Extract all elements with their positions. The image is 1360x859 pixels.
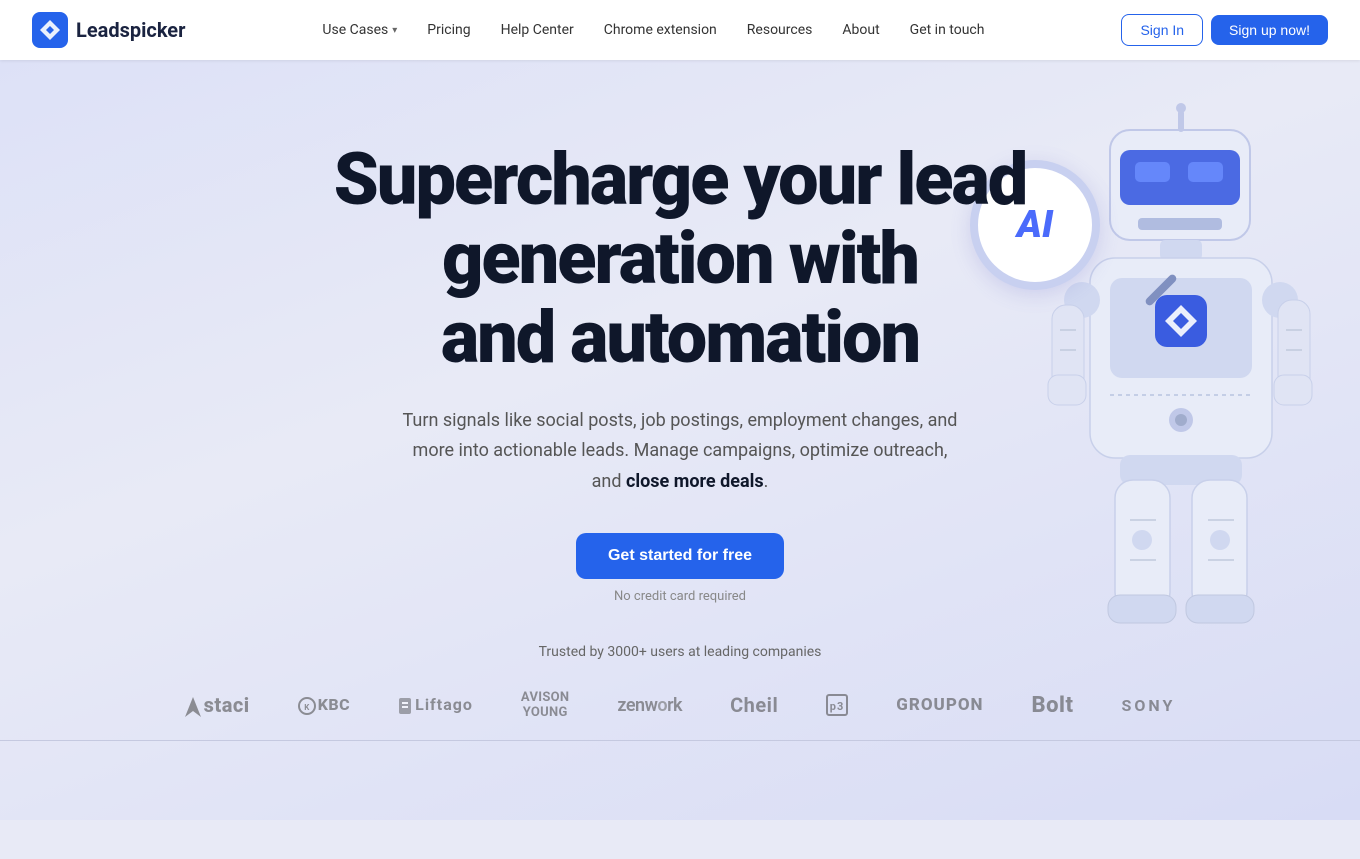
- hero-subtitle: Turn signals like social posts, job post…: [400, 406, 960, 498]
- logo-liftago: Liftago: [398, 695, 473, 715]
- signup-button[interactable]: Sign up now!: [1211, 15, 1328, 45]
- logos-row: staci KKBC Liftago AVISONYOUNG zenwork C…: [0, 690, 1360, 720]
- navbar: Leadspicker Use Cases ▾ Pricing Help Cen…: [0, 0, 1360, 60]
- nav-pricing[interactable]: Pricing: [415, 16, 482, 44]
- hero-section: AI: [0, 60, 1360, 820]
- logo-p3: p3: [826, 694, 848, 716]
- bottom-divider: [0, 740, 1360, 741]
- signin-button[interactable]: Sign In: [1121, 14, 1203, 46]
- logo-sony: SONY: [1122, 696, 1176, 715]
- nav-get-in-touch[interactable]: Get in touch: [898, 16, 997, 44]
- nav-resources[interactable]: Resources: [735, 16, 825, 44]
- no-credit-text: No credit card required: [334, 589, 1027, 604]
- logo-staci: staci: [185, 693, 250, 717]
- logo-icon: [32, 12, 68, 48]
- nav-actions: Sign In Sign up now!: [1121, 14, 1328, 46]
- trusted-text: Trusted by 3000+ users at leading compan…: [0, 644, 1360, 660]
- cta-button[interactable]: Get started for free: [576, 533, 784, 579]
- nav-links: Use Cases ▾ Pricing Help Center Chrome e…: [185, 16, 1121, 44]
- logo-groupon: GROUPON: [896, 695, 983, 715]
- nav-help-center[interactable]: Help Center: [489, 16, 586, 44]
- logo-link[interactable]: Leadspicker: [32, 12, 185, 48]
- logo-bolt: Bolt: [1032, 693, 1074, 718]
- nav-use-cases[interactable]: Use Cases ▾: [310, 16, 409, 44]
- trusted-section: Trusted by 3000+ users at leading compan…: [0, 604, 1360, 771]
- hero-title: Supercharge your lead generation with an…: [334, 140, 1027, 378]
- logo-avison-young: AVISONYOUNG: [521, 690, 569, 720]
- logo-zenwork: zenwork: [617, 695, 682, 716]
- brand-name: Leadspicker: [76, 18, 185, 42]
- logo-cheil: Cheil: [730, 693, 778, 717]
- svg-text:K: K: [304, 703, 310, 712]
- svg-text:p3: p3: [830, 700, 845, 713]
- nav-about[interactable]: About: [830, 16, 891, 44]
- chevron-down-icon: ▾: [392, 25, 397, 36]
- hero-content: Supercharge your lead generation with an…: [334, 140, 1027, 604]
- logo-kbc: KKBC: [298, 695, 350, 715]
- nav-chrome-extension[interactable]: Chrome extension: [592, 16, 729, 44]
